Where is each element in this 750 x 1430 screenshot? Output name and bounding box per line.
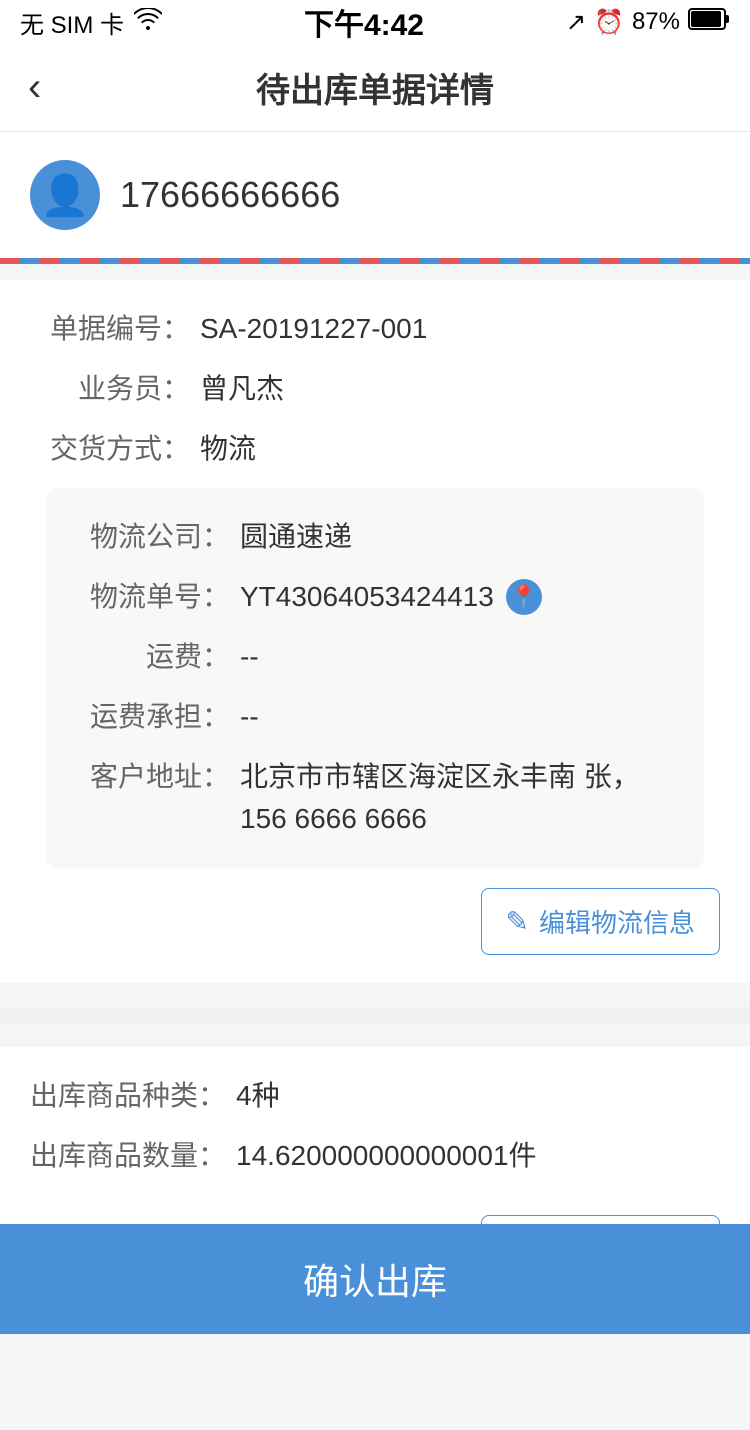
document-no-label: 单据编号： (30, 308, 190, 350)
edit-logistics-label: 编辑物流信息 (539, 903, 695, 940)
document-no-row: 单据编号： SA-20191227-001 (30, 308, 720, 350)
delivery-method-label: 交货方式： (30, 428, 190, 470)
salesman-row: 业务员： 曾凡杰 (30, 368, 720, 410)
address-label: 客户地址： (70, 756, 230, 798)
nav-bar: ‹ 待出库单据详情 (0, 44, 750, 132)
logistics-company-label: 物流公司： (70, 516, 230, 558)
product-qty-label: 出库商品数量： (30, 1135, 226, 1177)
page-title: 待出库单据详情 (256, 63, 494, 112)
order-info-section: 单据编号： SA-20191227-001 业务员： 曾凡杰 交货方式： 物流 … (0, 280, 750, 983)
freight-bearer-row: 运费承担： -- (70, 696, 680, 738)
status-right: ↗ ⏰ 87% (566, 8, 730, 37)
logistics-company-value: 圆通速递 (240, 516, 680, 558)
product-qty-value: 14.620000000000001件 (236, 1135, 720, 1177)
logistics-card: 物流公司： 圆通速递 物流单号： YT43064053424413 📍 运费： … (46, 488, 704, 868)
customer-header: 👤 17666666666 (0, 132, 750, 258)
section-separator (0, 1007, 750, 1023)
edit-btn-container: ✎ 编辑物流信息 (30, 868, 720, 955)
delivery-method-row: 交货方式： 物流 (30, 428, 720, 470)
tracking-location-icon[interactable]: 📍 (506, 579, 542, 615)
address-value: 北京市市辖区海淀区永丰南 张，156 6666 6666 (240, 756, 680, 840)
tracking-no-row: 物流单号： YT43064053424413 📍 (70, 576, 680, 618)
freight-label: 运费： (70, 636, 230, 678)
alarm-icon: ⏰ (594, 8, 624, 37)
freight-row: 运费： -- (70, 636, 680, 678)
logistics-company-row: 物流公司： 圆通速递 (70, 516, 680, 558)
customer-avatar: 👤 (30, 160, 100, 230)
battery-text: 87% (632, 8, 680, 36)
location-status-icon: ↗ (566, 8, 586, 37)
status-time: 下午4:42 (304, 0, 424, 44)
salesman-value: 曾凡杰 (200, 368, 720, 410)
avatar-icon: 👤 (40, 172, 90, 219)
product-types-value: 4种 (236, 1075, 720, 1117)
document-no-value: SA-20191227-001 (200, 308, 720, 350)
salesman-label: 业务员： (30, 368, 190, 410)
freight-bearer-value: -- (240, 696, 680, 738)
edit-icon: ✎ (506, 905, 529, 938)
delivery-method-value: 物流 (200, 428, 720, 470)
product-types-row: 出库商品种类： 4种 (30, 1075, 720, 1117)
tracking-no-label: 物流单号： (70, 576, 230, 618)
freight-value: -- (240, 636, 680, 678)
product-qty-row: 出库商品数量： 14.620000000000001件 (30, 1135, 720, 1177)
freight-bearer-label: 运费承担： (70, 696, 230, 738)
carrier-text: 无 SIM 卡 (20, 5, 124, 40)
wifi-icon (134, 8, 162, 37)
back-button[interactable]: ‹ (28, 65, 41, 110)
confirm-outbound-button[interactable]: 确认出库 (0, 1224, 750, 1334)
confirm-outbound-label: 确认出库 (303, 1253, 447, 1305)
status-left: 无 SIM 卡 (20, 5, 162, 40)
status-bar: 无 SIM 卡 下午4:42 ↗ ⏰ 87% (0, 0, 750, 44)
tracking-no-value: YT43064053424413 📍 (240, 576, 680, 618)
product-types-label: 出库商品种类： (30, 1075, 226, 1117)
address-row: 客户地址： 北京市市辖区海淀区永丰南 张，156 6666 6666 (70, 756, 680, 840)
dashed-separator (0, 258, 750, 264)
edit-logistics-button[interactable]: ✎ 编辑物流信息 (481, 888, 720, 955)
battery-icon (688, 8, 730, 37)
customer-phone: 17666666666 (120, 174, 340, 216)
